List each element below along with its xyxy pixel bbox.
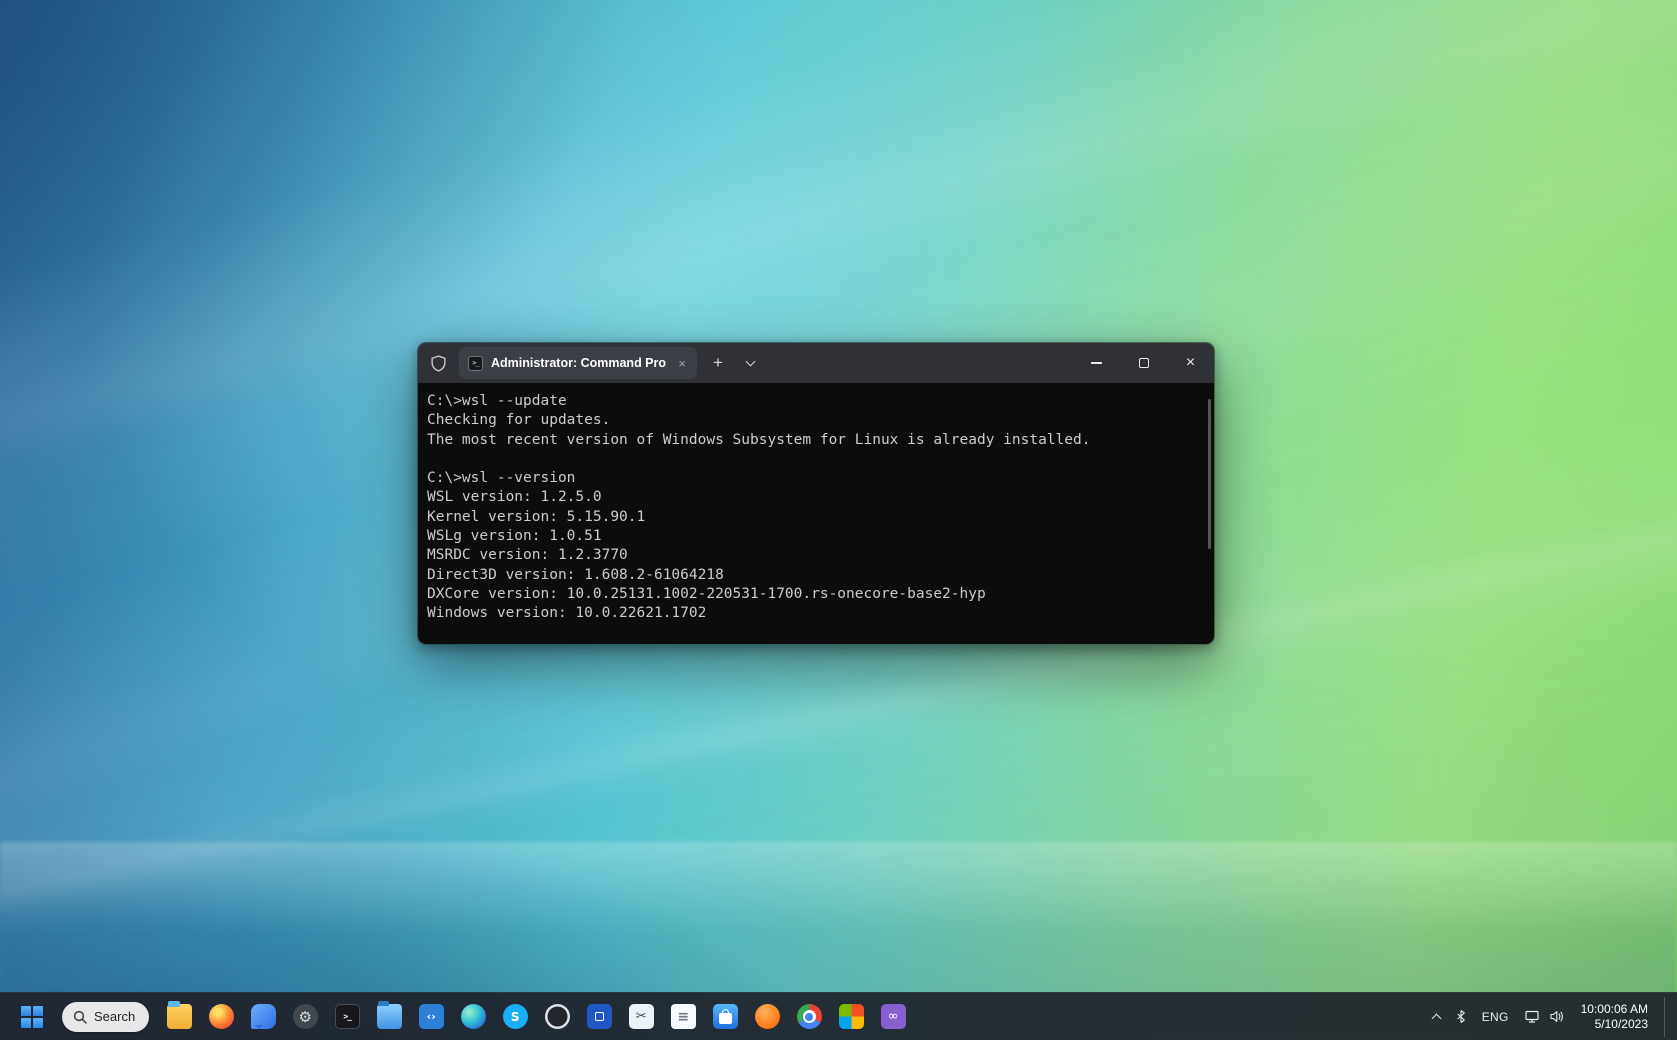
terminal-line: The most recent version of Windows Subsy… — [427, 431, 1200, 450]
maximize-icon — [1139, 358, 1149, 368]
settings-icon[interactable]: ⚙ — [285, 997, 325, 1037]
system-tray: ENG 10:00:06 AM 5/10/2023 — [1426, 997, 1669, 1037]
close-button[interactable]: × — [1167, 343, 1214, 383]
tab-close-icon[interactable]: × — [675, 355, 689, 372]
cmd-icon: >_ — [468, 356, 483, 371]
taskbar: Search ⚙ >_ ‹› S ✂ ≡ ∞ ENG — [0, 992, 1677, 1040]
minimize-icon — [1091, 362, 1102, 364]
obs-studio-glyph — [545, 1004, 570, 1029]
microsoft-365-glyph — [839, 1004, 864, 1029]
terminal-line: Windows version: 10.0.22621.1702 — [427, 604, 1200, 623]
terminal-tab[interactable]: >_ Administrator: Command Pro × — [459, 347, 697, 379]
vscode-icon[interactable]: ‹› — [411, 997, 451, 1037]
terminal-line: Kernel version: 5.15.90.1 — [427, 508, 1200, 527]
command-prompt-icon[interactable]: >_ — [327, 997, 367, 1037]
notepad-icon[interactable]: ≡ — [663, 997, 703, 1037]
notepad-glyph: ≡ — [671, 1004, 696, 1029]
terminal-line — [427, 450, 1200, 469]
new-tab-button[interactable]: + — [701, 353, 735, 373]
tab-dropdown-button[interactable] — [735, 361, 766, 365]
folder-glyph — [377, 1004, 402, 1029]
snipping-tool-icon[interactable]: ✂ — [621, 997, 661, 1037]
show-desktop-button[interactable] — [1664, 997, 1669, 1037]
file-explorer-glyph — [167, 1004, 192, 1029]
window-controls: × — [1073, 343, 1214, 383]
chat-icon[interactable] — [243, 997, 283, 1037]
tab-title: Administrator: Command Pro — [491, 356, 667, 370]
date-label: 5/10/2023 — [1581, 1017, 1648, 1032]
terminal-output[interactable]: C:\>wsl --updateChecking for updates.The… — [418, 383, 1214, 645]
settings-glyph: ⚙ — [293, 1004, 318, 1029]
firefox-glyph — [209, 1004, 234, 1029]
clock[interactable]: 10:00:06 AM 5/10/2023 — [1573, 1002, 1656, 1032]
search-icon — [73, 1010, 87, 1024]
skype-icon[interactable]: S — [495, 997, 535, 1037]
snipping-tool-glyph: ✂ — [629, 1004, 654, 1029]
time-label: 10:00:06 AM — [1581, 1002, 1648, 1017]
obs-studio-icon[interactable] — [537, 997, 577, 1037]
microsoft-store-glyph — [713, 1004, 738, 1029]
chevron-up-icon — [1431, 1014, 1441, 1024]
chrome-glyph — [797, 1004, 822, 1029]
bluetooth-icon — [1456, 1010, 1466, 1023]
hidden-icons-button[interactable] — [1426, 997, 1447, 1037]
chat-glyph — [251, 1004, 276, 1029]
terminal-line: WSLg version: 1.0.51 — [427, 527, 1200, 546]
taskbar-left: Search ⚙ >_ ‹› S ✂ ≡ ∞ — [12, 997, 913, 1037]
language-label: ENG — [1482, 1010, 1509, 1024]
firefox-icon[interactable] — [201, 997, 241, 1037]
file-explorer-icon[interactable] — [159, 997, 199, 1037]
bluetooth-button[interactable] — [1449, 997, 1473, 1037]
edge-icon[interactable] — [453, 997, 493, 1037]
terminal-line: C:\>wsl --update — [427, 392, 1200, 411]
vscode-glyph: ‹› — [419, 1004, 444, 1029]
language-indicator[interactable]: ENG — [1475, 997, 1516, 1037]
minimize-button[interactable] — [1073, 343, 1120, 383]
terminal-line: WSL version: 1.2.5.0 — [427, 488, 1200, 507]
terminal-line: Direct3D version: 1.608.2-61064218 — [427, 566, 1200, 585]
terminal-scrollbar[interactable] — [1208, 399, 1211, 549]
skype-glyph: S — [503, 1004, 528, 1029]
dev-home-icon[interactable] — [579, 997, 619, 1037]
search-button[interactable]: Search — [62, 1002, 149, 1032]
edge-glyph — [461, 1004, 486, 1029]
folder-icon[interactable] — [369, 997, 409, 1037]
microsoft-store-icon[interactable] — [705, 997, 745, 1037]
chevron-down-icon — [745, 357, 755, 367]
admin-shield-icon — [430, 355, 447, 372]
taskbar-apps: ⚙ >_ ‹› S ✂ ≡ ∞ — [159, 997, 913, 1037]
terminal-line: C:\>wsl --version — [427, 469, 1200, 488]
start-button[interactable] — [12, 997, 52, 1037]
visual-studio-glyph: ∞ — [881, 1004, 906, 1029]
brave-glyph — [755, 1004, 780, 1029]
terminal-titlebar[interactable]: >_ Administrator: Command Pro × + × — [418, 343, 1214, 383]
network-volume-button[interactable] — [1518, 997, 1571, 1037]
chrome-icon[interactable] — [789, 997, 829, 1037]
brave-icon[interactable] — [747, 997, 787, 1037]
windows-logo-icon — [21, 1006, 43, 1028]
terminal-line: MSRDC version: 1.2.3770 — [427, 546, 1200, 565]
terminal-window: >_ Administrator: Command Pro × + × C:\>… — [417, 342, 1215, 645]
dev-home-glyph — [587, 1004, 612, 1029]
volume-icon — [1550, 1010, 1564, 1023]
command-prompt-glyph: >_ — [335, 1004, 360, 1029]
network-icon — [1525, 1010, 1540, 1023]
microsoft-365-icon[interactable] — [831, 997, 871, 1037]
search-label: Search — [94, 1009, 135, 1024]
terminal-line: Checking for updates. — [427, 411, 1200, 430]
maximize-button[interactable] — [1120, 343, 1167, 383]
terminal-line: DXCore version: 10.0.25131.1002-220531-1… — [427, 585, 1200, 604]
visual-studio-icon[interactable]: ∞ — [873, 997, 913, 1037]
